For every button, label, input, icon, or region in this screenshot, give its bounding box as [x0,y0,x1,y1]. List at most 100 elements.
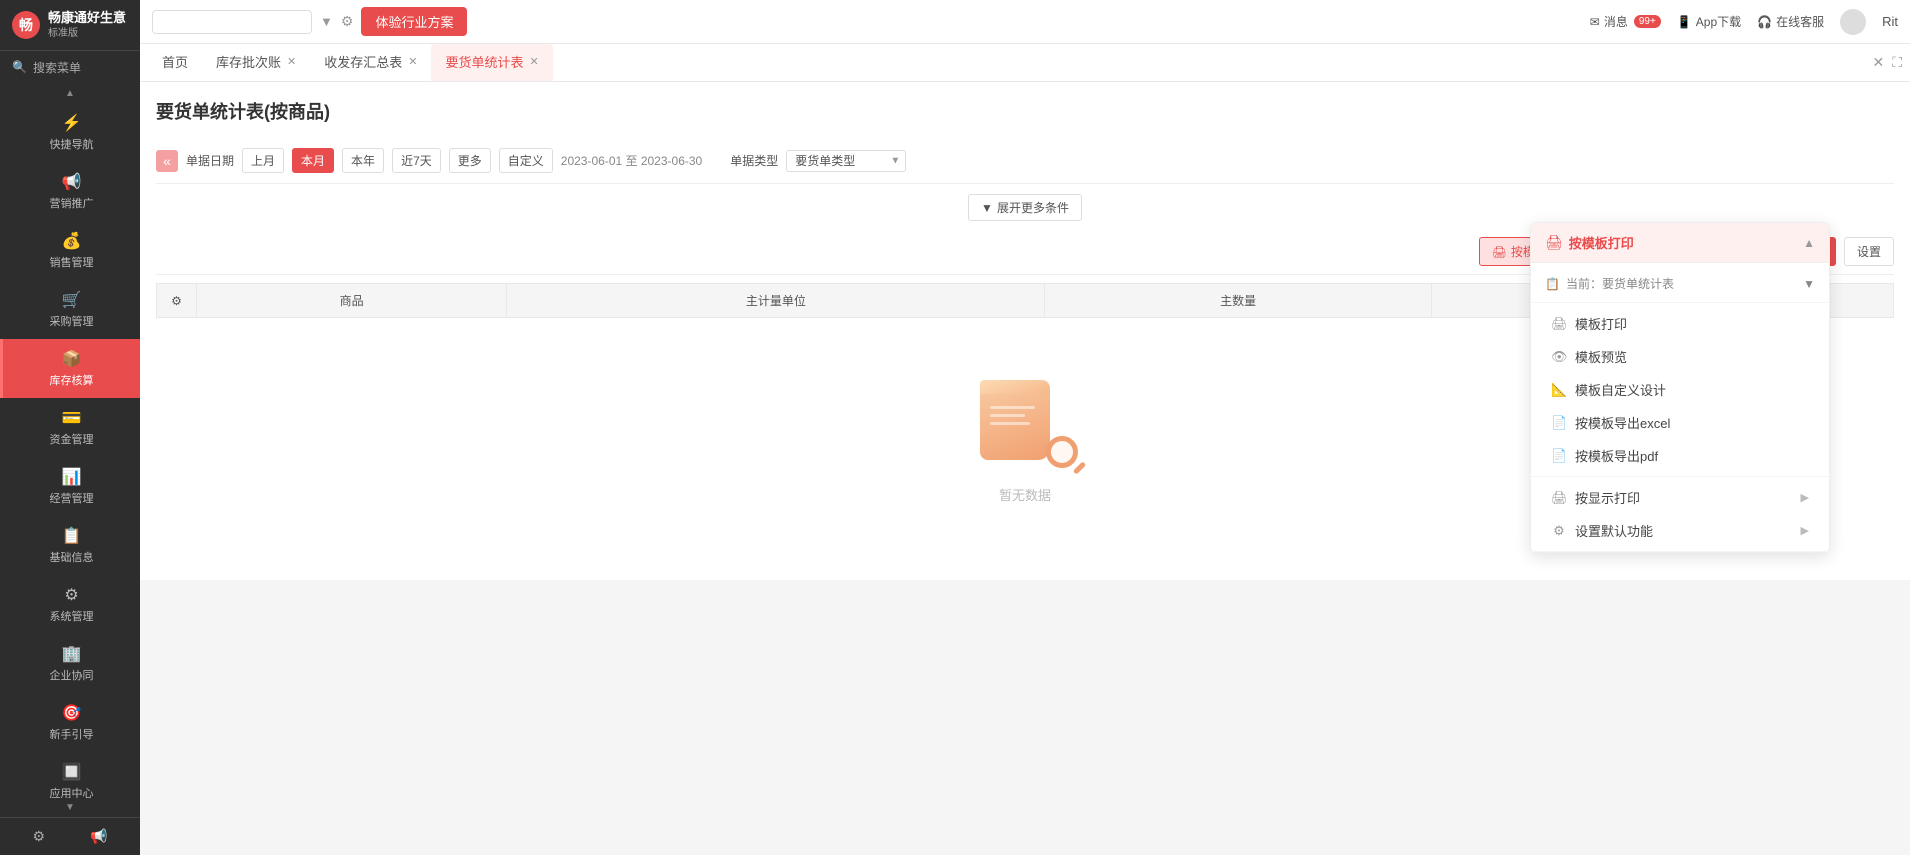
template-custom-icon: 📐 [1551,382,1567,398]
set-default-arrow: ▶ [1801,524,1809,537]
display-print-arrow: ▶ [1801,491,1809,504]
sidebar-item-quick-nav[interactable]: ⚡ 快捷导航 [0,103,140,162]
scroll-up-button[interactable]: ▲ [61,84,79,103]
industry-solution-button[interactable]: 体验行业方案 [361,7,467,36]
user-avatar[interactable] [1840,9,1866,35]
expand-window-button[interactable]: ⛶ [1892,54,1902,71]
table-col-product: 商品 [197,284,507,318]
guide-icon: 🎯 [62,703,82,723]
sidebar-item-inventory[interactable]: 📦 库存核算 [0,339,140,398]
sidebar-item-purchase[interactable]: 🛒 采购管理 [0,280,140,339]
date-label: 单据日期 [186,152,234,169]
search-icon: 🔍 [12,60,27,74]
app-download-item[interactable]: 📱 App下载 [1677,13,1741,30]
dropdown-current-section: 📋 当前：要货单统计表 ▼ [1531,263,1829,303]
sidebar-item-finance[interactable]: 💳 资金管理 [0,398,140,457]
topbar-search-input[interactable] [152,10,312,34]
tab-home[interactable]: 首页 [148,44,202,81]
dropdown-item-template-custom[interactable]: 📐 模板自定义设计 [1531,373,1829,406]
date-this-year-button[interactable]: 本年 [342,148,384,173]
sidebar-search-item[interactable]: 🔍 搜索菜单 [0,51,140,84]
filter-expand-button[interactable]: « [156,150,178,172]
sidebar-item-operation[interactable]: 📊 经营管理 [0,457,140,516]
enterprise-icon: 🏢 [62,644,82,664]
topbar-right: ✉ 消息 99+ 📱 App下载 🎧 在线客服 Rit [1590,9,1898,35]
topbar-gear-icon[interactable]: ⚙ [341,13,354,30]
sidebar-item-marketing[interactable]: 📢 营销推广 [0,162,140,221]
table-col-quantity: 主数量 [1045,284,1431,318]
current-template-arrow[interactable]: ▼ [1803,277,1815,291]
dropdown-header-left: 🖨 按模板打印 [1545,233,1634,252]
sidebar-nav: ⚡ 快捷导航 📢 营销推广 💰 销售管理 🛒 采购管理 📦 库存核算 💳 资金管… [0,103,140,798]
print-template-header-icon: 🖨 [1545,234,1563,251]
content-area: 要货单统计表(按商品) « 单据日期 上月 本月 本年 近7天 更多 自定义 2… [140,82,1910,855]
sales-icon: 💰 [62,231,82,251]
dropdown-title: 按模板打印 [1569,233,1634,252]
tab-receipt-summary[interactable]: 收发存汇总表 ✕ [310,44,431,81]
system-icon: ⚙ [64,585,78,605]
date-range-display: 2023-06-01 至 2023-06-30 [561,152,702,169]
dropdown-item-set-default[interactable]: ⚙ 设置默认功能 ▶ [1531,514,1829,547]
logo-text: 畅康通好生意 标准版 [48,10,126,40]
date-this-month-button[interactable]: 本月 [292,148,334,173]
user-name[interactable]: Rit [1882,14,1898,29]
dropdown-collapse-button[interactable]: ▲ [1803,236,1815,250]
sidebar-item-enterprise[interactable]: 🏢 企业协同 [0,634,140,693]
sidebar-scroll-down[interactable]: ▼ [0,798,140,817]
dropdown-display-section: 🖨 按显示打印 ▶ ⚙ 设置默认功能 ▶ [1531,477,1829,552]
marketing-icon: 📢 [62,172,82,192]
dropdown-header: 🖨 按模板打印 ▲ [1531,223,1829,263]
date-custom-button[interactable]: 自定义 [499,148,553,173]
dropdown-item-export-pdf[interactable]: 📄 按模板导出pdf [1531,439,1829,472]
page-title: 要货单统计表(按商品) [156,98,1894,124]
export-pdf-icon: 📄 [1551,448,1567,464]
print-icon: 🖨 [1492,245,1507,259]
type-select[interactable]: 要货单类型 [786,150,906,172]
sidebar-item-sales[interactable]: 💰 销售管理 [0,221,140,280]
date-more-button[interactable]: 更多 [449,148,491,173]
dropdown-item-display-print[interactable]: 🖨 按显示打印 ▶ [1531,481,1829,514]
quick-nav-icon: ⚡ [62,113,82,133]
tab-order-stats[interactable]: 要货单统计表 ✕ [431,44,552,81]
type-select-wrapper: 要货单类型 ▼ [786,150,906,172]
scroll-down-button[interactable]: ▼ [61,798,79,817]
basic-icon: 📋 [62,526,82,546]
sidebar-item-system[interactable]: ⚙ 系统管理 [0,575,140,634]
sidebar-scroll-up[interactable]: ▲ [0,84,140,103]
tab-close-inventory-batch[interactable]: ✕ [287,55,296,68]
print-template-dropdown: 🖨 按模板打印 ▲ 📋 当前：要货单统计表 ▼ 🖨 [1530,222,1830,553]
dropdown-item-template-print[interactable]: 🖨 模板打印 [1531,307,1829,340]
online-service-item[interactable]: 🎧 在线客服 [1757,13,1824,30]
sidebar-logo: 畅 畅康通好生意 标准版 [0,0,140,51]
sidebar-item-guide[interactable]: 🎯 新手引导 [0,693,140,752]
sidebar-item-basic[interactable]: 📋 基础信息 [0,516,140,575]
tabs-bar: 首页 库存批次账 ✕ 收发存汇总表 ✕ 要货单统计表 ✕ ✕ ⛶ [140,44,1910,82]
settings-bottom-icon[interactable]: ⚙ [33,828,46,845]
topbar-chevron-icon[interactable]: ▼ [320,14,333,29]
tab-close-order-stats[interactable]: ✕ [530,55,539,68]
messages-item[interactable]: ✉ 消息 99+ [1590,13,1661,30]
table-col-unit: 主计量单位 [507,284,1045,318]
dropdown-item-template-preview[interactable]: 👁 模板预览 [1531,340,1829,373]
purchase-icon: 🛒 [62,290,82,310]
main-area: ▼ ⚙ 体验行业方案 ✉ 消息 99+ 📱 App下载 🎧 在线客服 Rit 首… [140,0,1910,855]
dropdown-actions-section: 🖨 模板打印 👁 模板预览 📐 模板自定义设计 📄 按模板导出excel 📄 [1531,303,1829,477]
speaker-icon[interactable]: 📢 [90,828,107,845]
date-last-month-button[interactable]: 上月 [242,148,284,173]
settings-button[interactable]: 设置 [1844,237,1894,266]
set-default-icon: ⚙ [1551,523,1567,539]
dropdown-item-export-excel[interactable]: 📄 按模板导出excel [1531,406,1829,439]
expand-more-button[interactable]: ▼ 展开更多条件 [968,194,1082,221]
tab-close-receipt-summary[interactable]: ✕ [408,55,417,68]
tab-inventory-batch[interactable]: 库存批次账 ✕ [202,44,310,81]
date-7days-button[interactable]: 近7天 [392,148,441,173]
empty-state-icon [970,378,1080,473]
app-center-icon: 🔲 [62,762,82,782]
close-window-button[interactable]: ✕ [1872,54,1884,71]
app-download-icon: 📱 [1677,15,1692,29]
template-print-icon: 🖨 [1551,316,1567,332]
dropdown-section-current-title: 📋 当前：要货单统计表 ▼ [1531,267,1829,298]
window-buttons: ✕ ⛶ [1872,54,1902,71]
sidebar-item-app-center[interactable]: 🔲 应用中心 [0,752,140,798]
table-col-settings[interactable]: ⚙ [157,284,197,318]
